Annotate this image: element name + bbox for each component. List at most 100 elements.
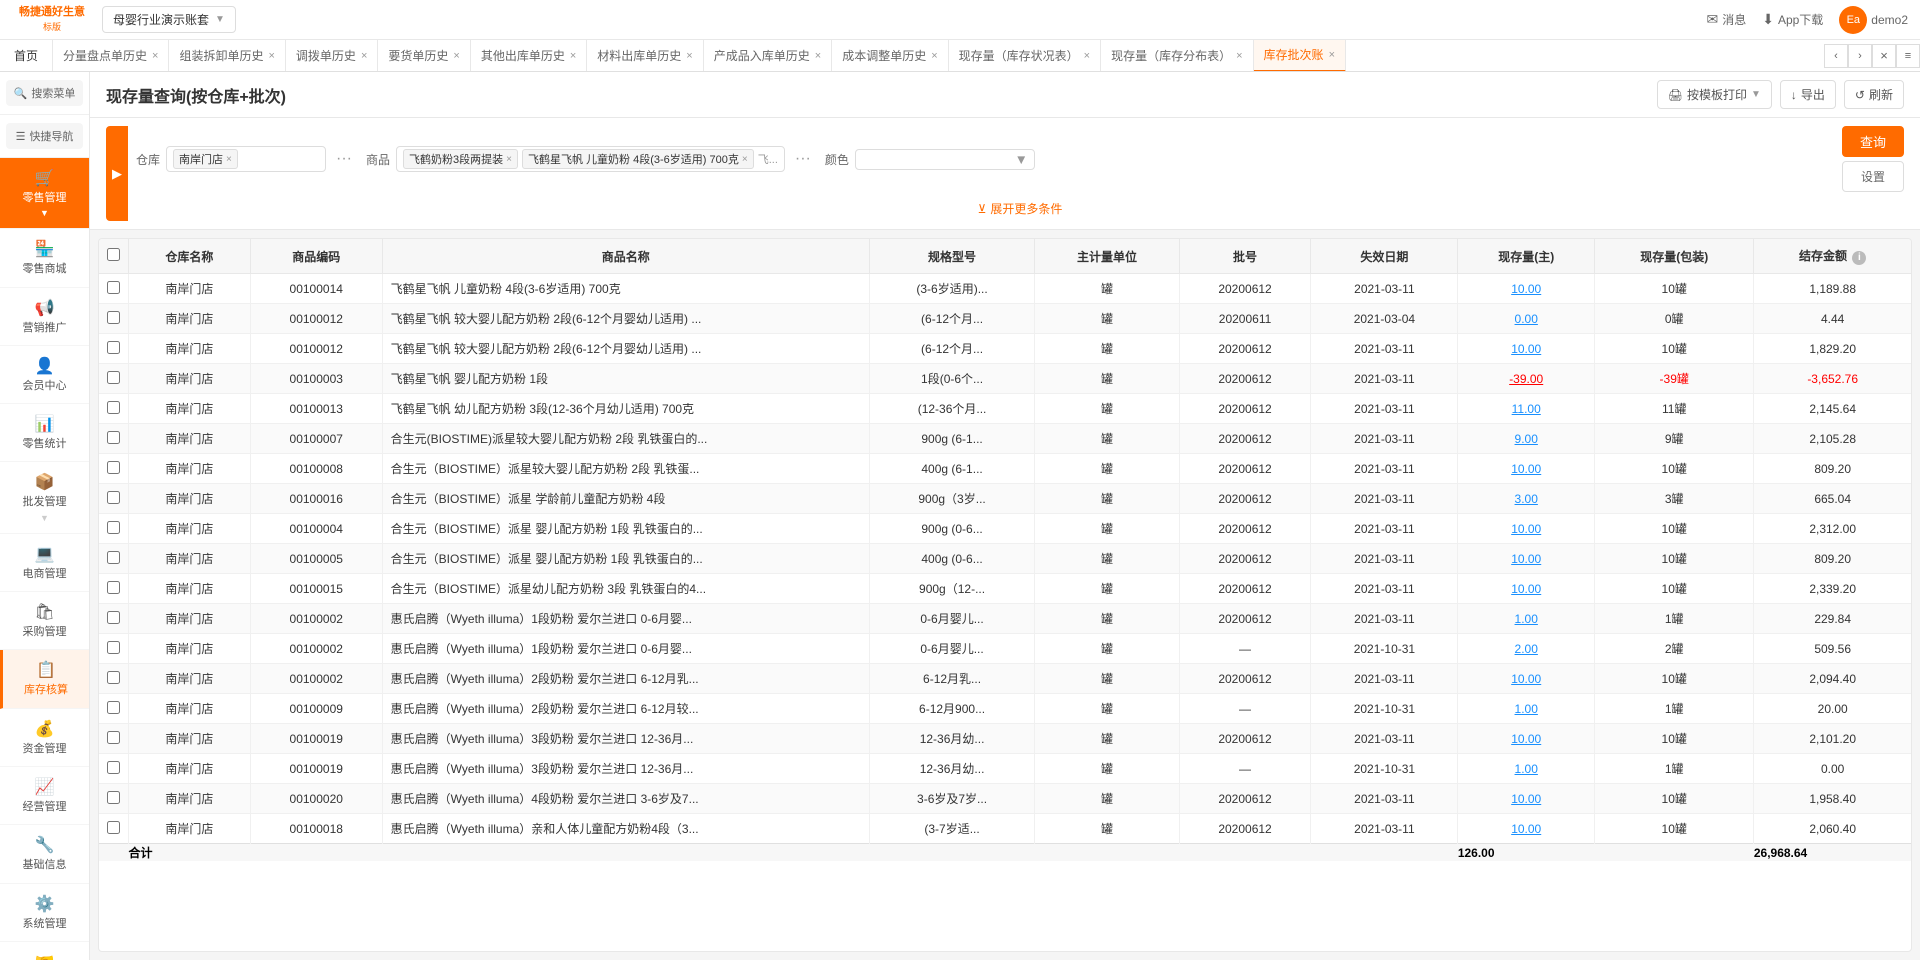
product-tag-remove-1[interactable]: ×	[506, 154, 512, 165]
tab-disassemble[interactable]: 组装拆卸单历史 ×	[169, 40, 285, 72]
tab-close-product-in[interactable]: ×	[815, 50, 821, 62]
row-qty-main[interactable]: -39.00	[1458, 364, 1595, 394]
tab-close-inventory-status[interactable]: ×	[1084, 50, 1090, 62]
tab-close-inventory-dist[interactable]: ×	[1236, 50, 1242, 62]
sidebar-quick-nav-btn[interactable]: ☰ 快捷导航	[6, 123, 83, 149]
row-checkbox[interactable]	[99, 574, 129, 604]
sidebar-item-purchase[interactable]: 🛍 采购管理	[0, 592, 89, 650]
filter-toggle-btn[interactable]: ▶	[106, 126, 128, 221]
sidebar-item-basic[interactable]: 🔧 基础信息	[0, 825, 89, 883]
sidebar-item-finance[interactable]: 💰 资金管理	[0, 709, 89, 767]
row-checkbox[interactable]	[99, 754, 129, 784]
sidebar-item-marketing[interactable]: 📢 营销推广	[0, 288, 89, 346]
tab-batch-voucher[interactable]: 库存批次账 ×	[1254, 40, 1346, 72]
warehouse-more-btn[interactable]: ···	[332, 150, 356, 168]
product-tag-group[interactable]: 飞鹤奶粉3段两提装 × 飞鹤星飞帆 儿童奶粉 4段(3-6岁适用) 700克 ×…	[396, 146, 785, 172]
row-qty-main[interactable]: 11.00	[1458, 394, 1595, 424]
sidebar-item-member[interactable]: 👤 会员中心	[0, 346, 89, 404]
product-more-btn[interactable]: ···	[791, 150, 815, 168]
sidebar-item-system[interactable]: ⚙️ 系统管理	[0, 884, 89, 942]
row-qty-main[interactable]: 10.00	[1458, 724, 1595, 754]
row-qty-main[interactable]: 10.00	[1458, 514, 1595, 544]
row-qty-main[interactable]: 0.00	[1458, 304, 1595, 334]
tab-close-other-out[interactable]: ×	[570, 50, 576, 62]
row-qty-main[interactable]: 10.00	[1458, 454, 1595, 484]
row-qty-main[interactable]: 1.00	[1458, 604, 1595, 634]
row-checkbox[interactable]	[99, 544, 129, 574]
tab-other-out[interactable]: 其他出库单历史 ×	[471, 40, 587, 72]
row-qty-main[interactable]: 3.00	[1458, 484, 1595, 514]
row-checkbox[interactable]	[99, 274, 129, 304]
row-qty-main[interactable]: 1.00	[1458, 754, 1595, 784]
row-checkbox[interactable]	[99, 364, 129, 394]
warehouse-tag-group[interactable]: 南岸门店 ×	[166, 146, 326, 172]
select-all-checkbox[interactable]	[107, 248, 120, 261]
setting-btn[interactable]: 设置	[1842, 161, 1904, 192]
row-checkbox[interactable]	[99, 454, 129, 484]
tab-inventory-status[interactable]: 现存量（库存状况表） ×	[949, 40, 1101, 72]
tab-next-btn[interactable]: ›	[1848, 44, 1872, 68]
sidebar-item-enterprise[interactable]: 🤝 企业协同	[0, 942, 89, 960]
row-checkbox[interactable]	[99, 814, 129, 844]
message-btn[interactable]: ✉ 消息	[1706, 11, 1746, 28]
row-checkbox[interactable]	[99, 334, 129, 364]
tab-close-batch-voucher[interactable]: ×	[1329, 49, 1335, 61]
sidebar-item-wholesale[interactable]: 📦 批发管理 ▼	[0, 462, 89, 533]
product-tag-remove-2[interactable]: ×	[742, 154, 748, 165]
template-print-btn[interactable]: 🖨 按模板打印 ▼	[1657, 80, 1772, 109]
tab-close-requisition[interactable]: ×	[453, 50, 459, 62]
tab-close-cost-adjust[interactable]: ×	[931, 50, 937, 62]
tab-close-split-inventory[interactable]: ×	[152, 50, 158, 62]
store-selector[interactable]: 母婴行业演示账套 ▼	[102, 6, 236, 33]
row-qty-main[interactable]: 10.00	[1458, 544, 1595, 574]
refresh-btn[interactable]: ↺ 刷新	[1844, 80, 1904, 109]
user-avatar[interactable]: Ea demo2	[1839, 6, 1908, 34]
row-checkbox[interactable]	[99, 784, 129, 814]
row-qty-main[interactable]: 9.00	[1458, 424, 1595, 454]
warehouse-tag-remove-1[interactable]: ×	[226, 154, 232, 165]
tab-close-all-btn[interactable]: ×	[1872, 44, 1896, 68]
sidebar-item-ecommerce[interactable]: 💻 电商管理	[0, 534, 89, 592]
tab-menu-btn[interactable]: ≡	[1896, 44, 1920, 68]
tab-prev-btn[interactable]: ‹	[1824, 44, 1848, 68]
col-checkbox[interactable]	[99, 239, 129, 274]
tab-requisition[interactable]: 要货单历史 ×	[378, 40, 470, 72]
row-checkbox[interactable]	[99, 394, 129, 424]
row-checkbox[interactable]	[99, 514, 129, 544]
tab-material-out[interactable]: 材料出库单历史 ×	[587, 40, 703, 72]
row-qty-main[interactable]: 10.00	[1458, 274, 1595, 304]
sidebar-item-business[interactable]: 📈 经营管理	[0, 767, 89, 825]
row-checkbox[interactable]	[99, 634, 129, 664]
export-btn[interactable]: ↓ 导出	[1780, 80, 1836, 109]
row-checkbox[interactable]	[99, 724, 129, 754]
app-download-btn[interactable]: ⬇ App下载	[1762, 11, 1823, 28]
row-qty-main[interactable]: 10.00	[1458, 814, 1595, 844]
tab-home[interactable]: 首页	[0, 40, 53, 72]
tab-close-material-out[interactable]: ×	[686, 50, 692, 62]
sidebar-item-retail-stat[interactable]: 📊 零售统计	[0, 404, 89, 462]
row-checkbox[interactable]	[99, 484, 129, 514]
tab-split-inventory[interactable]: 分量盘点单历史 ×	[53, 40, 169, 72]
row-qty-main[interactable]: 10.00	[1458, 784, 1595, 814]
row-qty-main[interactable]: 10.00	[1458, 664, 1595, 694]
sidebar-item-retail[interactable]: 🛒 零售管理 ▼	[0, 158, 89, 229]
tab-product-in[interactable]: 产成品入库单历史 ×	[704, 40, 832, 72]
row-checkbox[interactable]	[99, 604, 129, 634]
query-btn[interactable]: 查询	[1842, 126, 1904, 157]
tab-pick[interactable]: 调拨单历史 ×	[286, 40, 378, 72]
expand-more-btn[interactable]: ⊻ 展开更多条件	[136, 196, 1904, 221]
row-checkbox[interactable]	[99, 664, 129, 694]
color-group[interactable]: ▼	[855, 149, 1035, 170]
amount-info-icon[interactable]: i	[1852, 251, 1866, 265]
color-dropdown-btn[interactable]: ▼	[1015, 152, 1028, 167]
tab-cost-adjust[interactable]: 成本调整单历史 ×	[832, 40, 948, 72]
row-qty-main[interactable]: 10.00	[1458, 574, 1595, 604]
row-qty-main[interactable]: 1.00	[1458, 694, 1595, 724]
row-qty-main[interactable]: 2.00	[1458, 634, 1595, 664]
sidebar-item-retail-shop[interactable]: 🏪 零售商城	[0, 229, 89, 287]
row-qty-main[interactable]: 10.00	[1458, 334, 1595, 364]
tab-inventory-dist[interactable]: 现存量（库存分布表） ×	[1101, 40, 1253, 72]
tab-close-disassemble[interactable]: ×	[268, 50, 274, 62]
row-checkbox[interactable]	[99, 304, 129, 334]
sidebar-search-btn[interactable]: 🔍 搜索菜单	[6, 80, 83, 106]
